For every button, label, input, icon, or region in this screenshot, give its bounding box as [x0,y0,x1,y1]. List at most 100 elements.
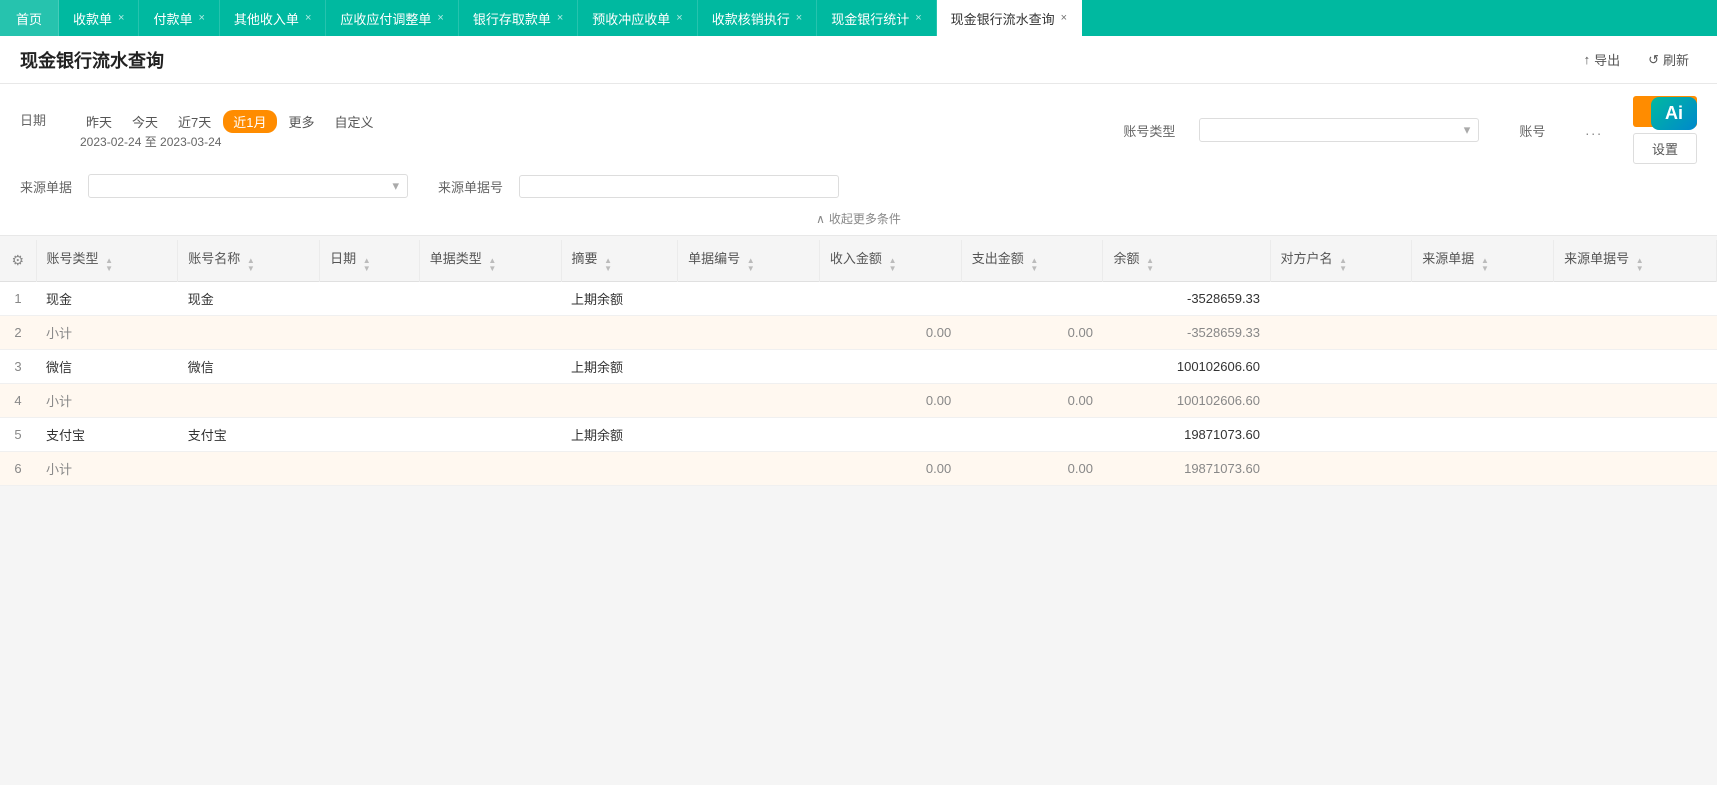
nav-tab-yushouyingshou[interactable]: 预收冲应收单 × [578,0,697,36]
ai-badge[interactable]: Ai [1651,97,1697,130]
tab-close-icon[interactable]: × [557,12,563,24]
table-cell: 5 [0,418,36,452]
table-cell: -3528659.33 [1103,316,1270,350]
col-expense[interactable]: 支出金额 ▲▼ [961,240,1103,282]
table-cell [419,316,561,350]
table-cell: 100102606.60 [1103,350,1270,384]
table-cell: 4 [0,384,36,418]
date-opt-yesterday[interactable]: 昨天 [78,110,120,133]
nav-tab-shoukuandan[interactable]: 收款单 × [59,0,139,36]
nav-tab-yinhangcunkuan[interactable]: 银行存取款单 × [459,0,578,36]
date-options: 昨天 今天 近7天 近1月 更多 自定义 [78,110,382,133]
col-gear[interactable]: ⚙ [0,240,36,282]
sort-icon: ▲▼ [247,257,255,273]
refresh-label: 刷新 [1663,50,1689,69]
date-opt-custom[interactable]: 自定义 [327,110,382,133]
col-balance[interactable]: 余额 ▲▼ [1103,240,1270,282]
nav-tab-shoukuanhexiao[interactable]: 收款核销执行 × [698,0,817,36]
table-cell [419,384,561,418]
tab-close-icon[interactable]: × [796,12,802,24]
filter-date-section: 日期 昨天 今天 近7天 近1月 更多 自定义 2023-02-24 至 202… [20,110,1063,150]
refresh-button[interactable]: ↺ 刷新 [1640,46,1697,73]
table-cell [1412,350,1554,384]
col-doc-no[interactable]: 单据编号 ▲▼ [678,240,820,282]
col-date[interactable]: 日期 ▲▼ [320,240,420,282]
nav-tab-xianjintongji[interactable]: 现金银行统计 × [817,0,936,36]
date-range-value: 2023-02-24 至 2023-03-24 [80,133,382,150]
nav-tab-qitashouru[interactable]: 其他收入单 × [220,0,326,36]
date-opt-today[interactable]: 今天 [124,110,166,133]
table-cell [1554,316,1717,350]
date-opt-more[interactable]: 更多 [281,110,323,133]
col-source-doc-no[interactable]: 来源单据号 ▲▼ [1554,240,1717,282]
col-summary[interactable]: 摘要 ▲▼ [561,240,678,282]
table-row: 1现金现金上期余额-3528659.33 [0,282,1717,316]
tab-close-icon[interactable]: × [437,12,443,24]
table-cell: 6 [0,452,36,486]
table-cell [1270,350,1412,384]
nav-tab-liushui[interactable]: 现金银行流水查询 × [937,0,1082,36]
sort-icon: ▲▼ [1481,257,1489,273]
top-nav: 首页 收款单 × 付款单 × 其他收入单 × 应收应付调整单 × 银行存取款单 … [0,0,1717,36]
table-cell [419,282,561,316]
source-doc-no-filter: 来源单据号 [438,175,839,198]
tab-label: 现金银行流水查询 [951,9,1055,28]
account-type-select[interactable]: ▾ [1199,118,1479,142]
table-cell: 0.00 [961,452,1103,486]
col-source-doc[interactable]: 来源单据 ▲▼ [1412,240,1554,282]
table-cell: 小计 [36,452,178,486]
table-row: 5支付宝支付宝上期余额19871073.60 [0,418,1717,452]
date-opt-1month[interactable]: 近1月 [223,110,276,133]
col-account-name[interactable]: 账号名称 ▲▼ [178,240,320,282]
table-cell [678,282,820,316]
table-row: 4小计0.000.00100102606.60 [0,384,1717,418]
tab-label: 应收应付调整单 [340,9,431,28]
col-account-type[interactable]: 账号类型 ▲▼ [36,240,178,282]
col-doc-type[interactable]: 单据类型 ▲▼ [419,240,561,282]
tab-close-icon[interactable]: × [1061,12,1067,24]
source-doc-select[interactable]: ▾ [88,174,408,198]
tab-close-icon[interactable]: × [676,12,682,24]
table-cell [419,452,561,486]
tab-close-icon[interactable]: × [198,12,204,24]
tab-close-icon[interactable]: × [118,12,124,24]
filter-row-2: 来源单据 ▾ 来源单据号 [20,174,1697,198]
collapse-bar[interactable]: ∧ 收起更多条件 [20,206,1697,227]
gear-icon[interactable]: ⚙ [11,252,24,268]
table-cell: 0.00 [819,384,961,418]
page-header: 现金银行流水查询 ↑ 导出 ↺ 刷新 [0,36,1717,84]
table-cell: 小计 [36,316,178,350]
table-cell: 现金 [178,282,320,316]
tab-close-icon[interactable]: × [305,12,311,24]
nav-tab-yingshoutiaozheng[interactable]: 应收应付调整单 × [326,0,458,36]
sort-icon: ▲▼ [105,257,113,273]
table-cell [1412,452,1554,486]
filter-row-1: 日期 昨天 今天 近7天 近1月 更多 自定义 2023-02-24 至 202… [20,96,1697,164]
ai-label: Ai [1665,103,1683,123]
table-cell [1270,316,1412,350]
nav-home[interactable]: 首页 [0,0,59,36]
table-header-row: ⚙ 账号类型 ▲▼ 账号名称 ▲▼ 日期 ▲▼ 单据类型 ▲▼ [0,240,1717,282]
sort-icon: ▲▼ [747,257,755,273]
table-cell [1554,418,1717,452]
source-doc-no-input[interactable] [519,175,839,198]
sort-icon: ▲▼ [1339,257,1347,273]
export-button[interactable]: ↑ 导出 [1576,46,1629,73]
sort-icon: ▲▼ [604,257,612,273]
table-cell [561,384,678,418]
date-opt-7days[interactable]: 近7天 [170,110,219,133]
table-cell [1554,282,1717,316]
table-cell [1270,452,1412,486]
col-income[interactable]: 收入金额 ▲▼ [819,240,961,282]
table-cell [961,282,1103,316]
nav-tab-fukuandan[interactable]: 付款单 × [139,0,219,36]
account-dots-button[interactable]: ... [1585,122,1603,138]
col-counterpart[interactable]: 对方户名 ▲▼ [1270,240,1412,282]
source-doc-no-label: 来源单据号 [438,177,503,196]
tab-close-icon[interactable]: × [915,12,921,24]
table-cell: 1 [0,282,36,316]
settings-button[interactable]: 设置 [1633,133,1697,164]
sort-icon: ▲▼ [889,257,897,273]
table-cell: 支付宝 [178,418,320,452]
source-doc-label: 来源单据 [20,177,72,196]
